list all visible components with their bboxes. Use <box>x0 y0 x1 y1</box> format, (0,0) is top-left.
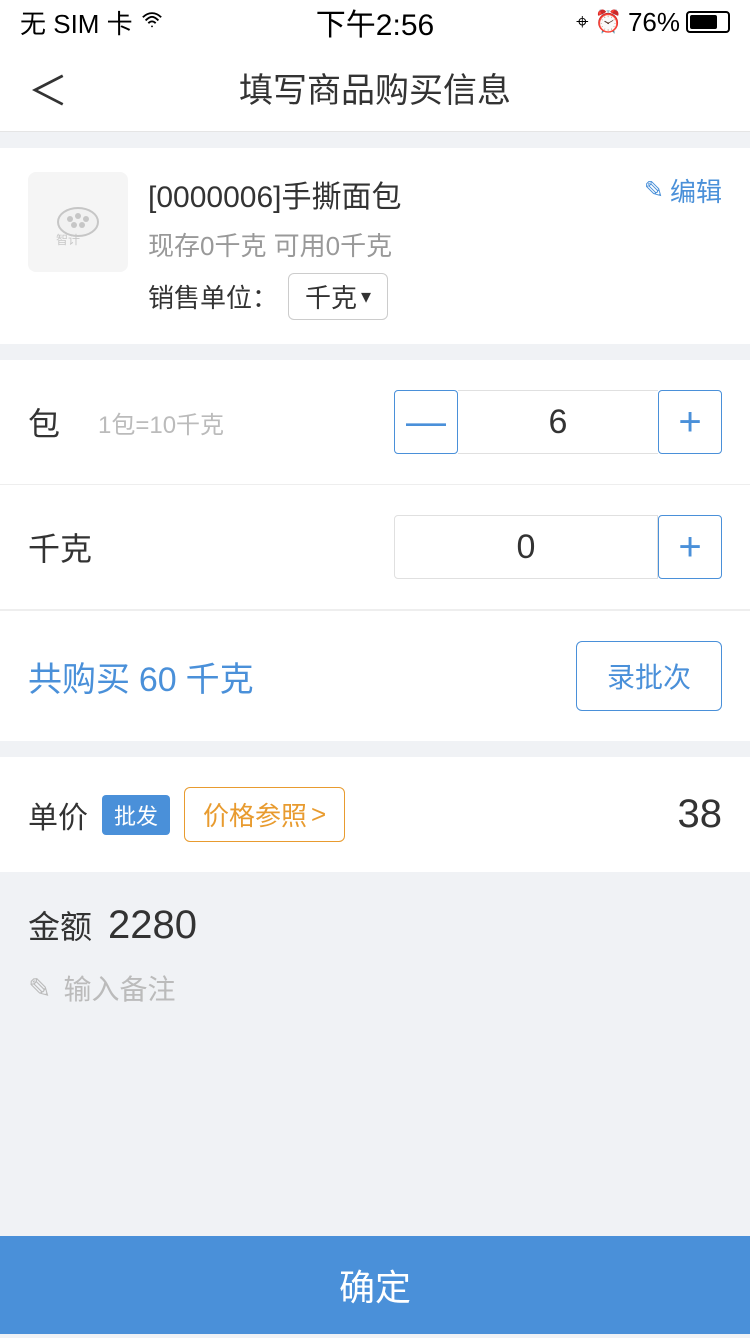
pack-input[interactable] <box>458 390 658 454</box>
pack-label: 包 <box>28 399 88 445</box>
remark-placeholder: 输入备注 <box>63 968 175 1008</box>
amount-label: 金额 <box>28 902 92 948</box>
remark-icon: ✎ <box>28 972 51 1005</box>
total-section: 共购买 60 千克 录批次 <box>0 610 750 741</box>
location-icon: ⌖ <box>576 9 588 35</box>
edit-button[interactable]: ✎ 编辑 <box>644 172 722 209</box>
amount-value: 2280 <box>108 903 197 948</box>
unit-label: 销售单位： <box>148 278 278 315</box>
kg-controls: + <box>394 515 722 579</box>
product-name: [0000006]手撕面包 <box>148 172 722 216</box>
status-left: 无 SIM 卡 <box>20 4 163 41</box>
back-button[interactable]: ＜ <box>28 59 68 117</box>
carrier-text: 无 SIM 卡 <box>20 4 133 41</box>
page-title: 填写商品购买信息 <box>239 63 511 112</box>
unit-select[interactable]: 千克 ▾ <box>288 273 388 320</box>
confirm-button[interactable]: 确定 <box>0 1236 750 1334</box>
pack-increment-button[interactable]: + <box>658 390 722 454</box>
battery-percent: 76% <box>628 7 680 38</box>
price-section: 单价 批发 价格参照 > 38 <box>0 757 750 872</box>
amount-section: 金额 2280 ✎ 输入备注 <box>0 872 750 1038</box>
dropdown-icon: ▾ <box>361 284 371 309</box>
pack-decrement-button[interactable]: — <box>394 390 458 454</box>
quantity-row-pack: 包 1包=10千克 — + <box>0 360 750 485</box>
total-text: 共购买 60 千克 <box>28 652 254 701</box>
total-amount: 60 <box>139 661 177 699</box>
quantity-row-kg: 千克 + <box>0 485 750 610</box>
remark-row[interactable]: ✎ 输入备注 <box>28 968 722 1008</box>
price-value: 38 <box>678 792 723 837</box>
status-right: ⌖ ⏰ 76% <box>576 7 730 38</box>
product-info: [0000006]手撕面包 现存0千克 可用0千克 销售单位： 千克 ▾ <box>148 172 722 320</box>
edit-icon: ✎ <box>644 176 664 205</box>
batch-tag: 批发 <box>102 795 170 835</box>
amount-row: 金额 2280 <box>28 902 722 948</box>
product-stock: 现存0千克 可用0千克 <box>148 226 722 263</box>
chevron-right-icon: > <box>311 799 326 830</box>
pack-hint: 1包=10千克 <box>98 405 394 440</box>
pack-controls: — + <box>394 390 722 454</box>
svg-text:智计: 智计 <box>56 232 80 247</box>
price-row: 单价 批发 价格参照 > 38 <box>28 787 722 842</box>
kg-increment-button[interactable]: + <box>658 515 722 579</box>
price-label: 单价 <box>28 793 88 837</box>
status-bar: 无 SIM 卡 下午2:56 ⌖ ⏰ 76% <box>0 0 750 44</box>
price-left: 单价 批发 价格参照 > <box>28 787 345 842</box>
wifi-icon <box>141 7 163 38</box>
kg-label: 千克 <box>28 524 92 570</box>
product-card: 智计 [0000006]手撕面包 现存0千克 可用0千克 销售单位： 千克 ▾ … <box>0 148 750 344</box>
product-thumbnail: 智计 <box>28 172 128 272</box>
quantity-section: 包 1包=10千克 — + 千克 + 共购买 60 千克 录批次 <box>0 360 750 741</box>
kg-input[interactable] <box>394 515 658 579</box>
nav-bar: ＜ 填写商品购买信息 <box>0 44 750 132</box>
battery-icon <box>686 11 730 33</box>
alarm-icon: ⏰ <box>595 9 622 35</box>
product-unit-row: 销售单位： 千克 ▾ <box>148 273 722 320</box>
batch-button[interactable]: 录批次 <box>576 641 722 711</box>
status-time: 下午2:56 <box>316 0 434 44</box>
price-ref-button[interactable]: 价格参照 > <box>184 787 345 842</box>
